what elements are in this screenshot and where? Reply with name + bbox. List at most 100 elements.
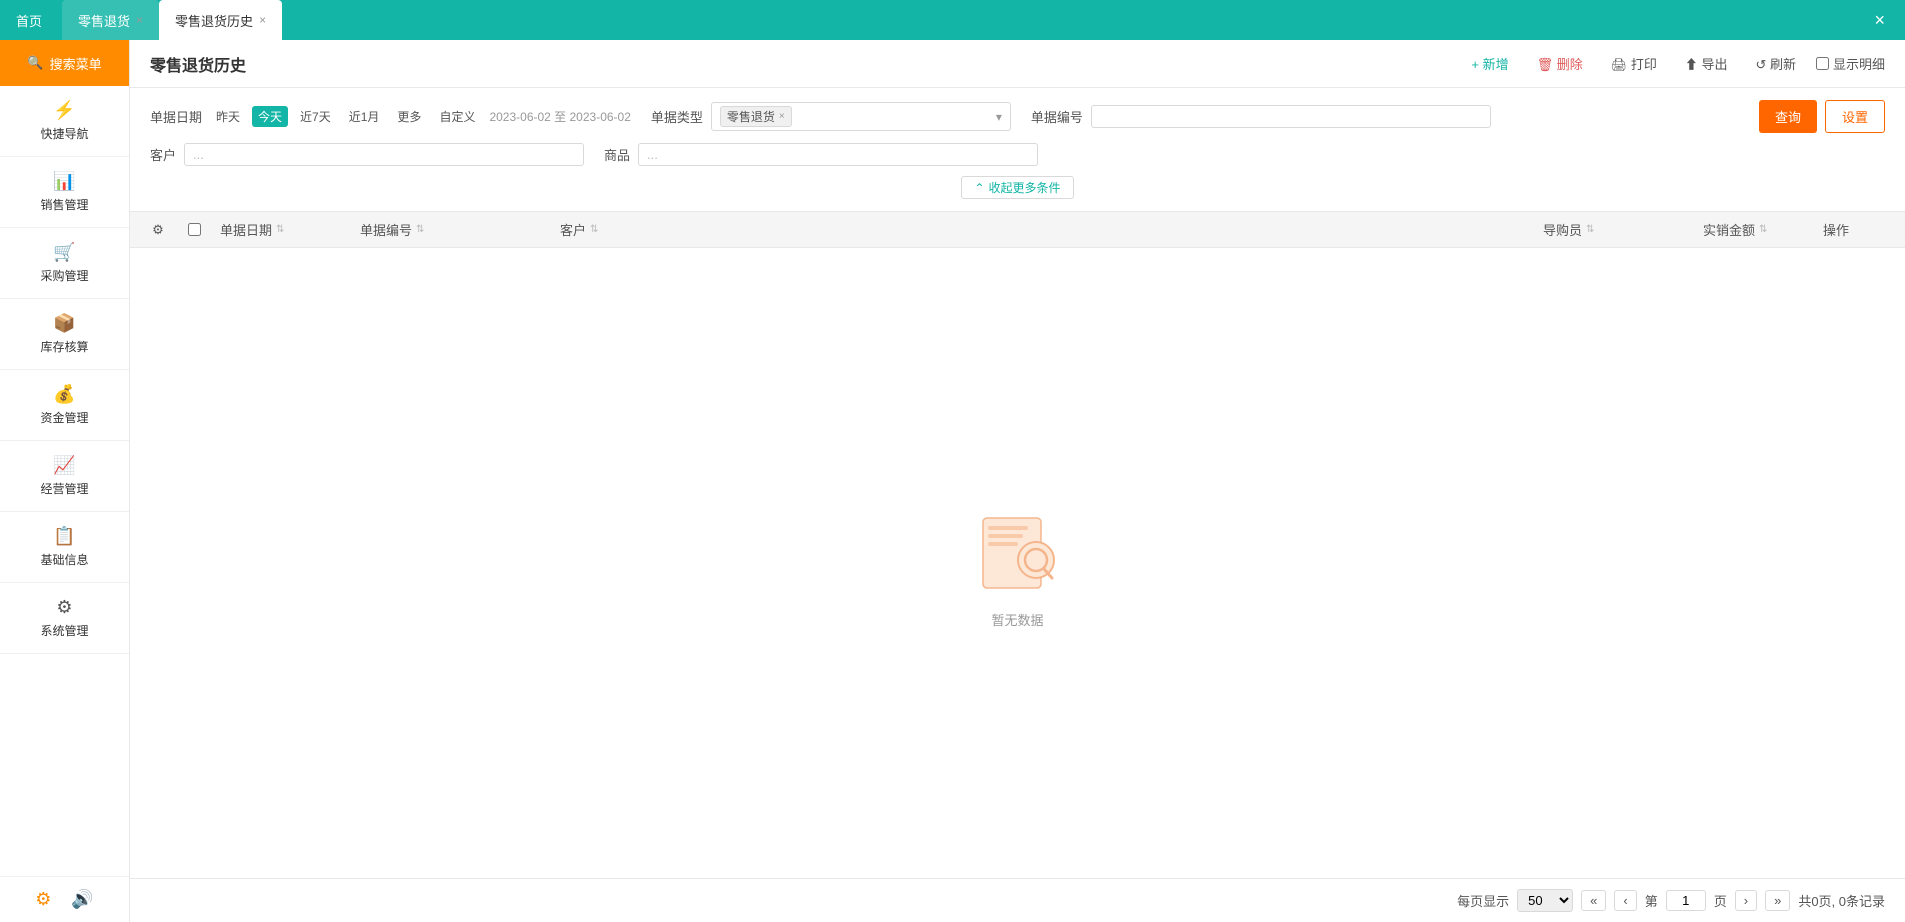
doc-type-tag-value: 零售退货	[727, 108, 775, 125]
date-options: 昨天 今天 近7天 近1月 更多 自定义	[210, 106, 481, 127]
sidebar-item-finance-label: 资金管理	[40, 409, 88, 426]
page-size-label: 每页显示	[1457, 891, 1509, 910]
th-guide-sort[interactable]: ⇅	[1586, 224, 1594, 235]
date-filter-label: 单据日期	[150, 107, 202, 126]
date-range-display: 2023-06-02 至 2023-06-02	[489, 108, 630, 125]
sidebar-item-inventory[interactable]: 📦 库存核算	[0, 299, 129, 370]
tab-retail-return-label: 零售退货	[78, 11, 130, 30]
new-button[interactable]: + 新增	[1463, 50, 1516, 77]
th-customer-sort[interactable]: ⇅	[590, 224, 598, 235]
header-actions: + 新增 🗑 删除 🖨 打印 ⬆ 导出 ↺ 刷新 显示明细	[1463, 50, 1885, 77]
table-select-all[interactable]	[176, 223, 212, 236]
sidebar-item-quick-nav[interactable]: ⚡ 快捷导航	[0, 86, 129, 157]
empty-state-text: 暂无数据	[991, 610, 1043, 629]
current-page-input[interactable]	[1666, 890, 1706, 911]
doc-no-input[interactable]	[1091, 105, 1491, 128]
window-close-button[interactable]: ×	[1874, 10, 1885, 31]
th-date-label: 单据日期	[220, 220, 272, 239]
date-opt-today[interactable]: 今天	[252, 106, 288, 127]
page-title: 零售退货历史	[150, 52, 246, 76]
refresh-button[interactable]: ↺ 刷新	[1747, 50, 1804, 77]
date-opt-1month[interactable]: 近1月	[343, 106, 386, 127]
sidebar-item-basic-info[interactable]: 📋 基础信息	[0, 512, 129, 583]
sidebar-item-operations[interactable]: 📈 经营管理	[0, 441, 129, 512]
sidebar-item-inventory-label: 库存核算	[40, 338, 88, 355]
filter-row-2: 客户 ... 商品 ...	[150, 143, 1885, 166]
content-area: 零售退货历史 + 新增 🗑 删除 🖨 打印 ⬆ 导出 ↺ 刷新 显示明细 单据日…	[130, 40, 1905, 922]
settings-bottom-icon[interactable]: ⚙	[35, 889, 51, 910]
pagination-bar: 每页显示 50 20 100 « ‹ 第 页 › » 共0页, 0条记录	[130, 878, 1905, 922]
th-order-no: 单据编号 ⇅	[352, 220, 552, 239]
sidebar-item-basic-info-label: 基础信息	[40, 551, 88, 568]
filter-bar: 单据日期 昨天 今天 近7天 近1月 更多 自定义 2023-06-02 至 2…	[130, 88, 1905, 212]
date-opt-custom[interactable]: 自定义	[433, 106, 481, 127]
next-page-button[interactable]: ›	[1735, 890, 1757, 911]
top-bar: 首页 零售退货 × 零售退货历史 × ×	[0, 0, 1905, 40]
date-opt-more[interactable]: 更多	[391, 106, 427, 127]
page-word: 第	[1645, 891, 1658, 910]
tab-retail-return[interactable]: 零售退货 ×	[62, 0, 159, 40]
customer-filter-label: 客户	[150, 145, 176, 164]
table-area: ⚙ 单据日期 ⇅ 单据编号 ⇅ 客户 ⇅ 导购员 ⇅	[130, 212, 1905, 922]
th-amount-sort[interactable]: ⇅	[1759, 224, 1767, 235]
sidebar-item-system-mgmt-label: 系统管理	[40, 622, 88, 639]
sidebar-item-purchase-label: 采购管理	[40, 267, 88, 284]
th-date: 单据日期 ⇅	[212, 220, 352, 239]
doc-type-select[interactable]: 零售退货 × ▾	[711, 102, 1011, 131]
sidebar-bottom: ⚙ 🔊	[0, 876, 129, 922]
customer-input[interactable]: ...	[184, 143, 584, 166]
system-mgmt-icon: ⚙	[56, 597, 72, 618]
audio-bottom-icon[interactable]: 🔊	[71, 889, 93, 910]
quick-nav-icon: ⚡	[53, 100, 75, 121]
th-amount-label: 实销金额	[1703, 220, 1755, 239]
sidebar-search[interactable]: 🔍 搜索菜单	[0, 40, 129, 86]
sales-icon: 📊	[53, 171, 75, 192]
settings-button[interactable]: 设置	[1825, 100, 1885, 133]
print-button[interactable]: 🖨 打印	[1603, 50, 1665, 77]
doc-type-tag-close[interactable]: ×	[779, 111, 785, 122]
date-opt-7days[interactable]: 近7天	[294, 106, 337, 127]
first-page-button[interactable]: «	[1581, 890, 1606, 911]
doc-no-filter-field: 单据编号	[1031, 105, 1491, 128]
sidebar-item-sales-mgmt[interactable]: 📊 销售管理	[0, 157, 129, 228]
tab-home-label: 首页	[16, 11, 42, 30]
table-settings-icon[interactable]: ⚙	[140, 222, 176, 238]
empty-icon	[968, 498, 1068, 598]
th-guide-label: 导购员	[1543, 220, 1582, 239]
tab-home[interactable]: 首页	[0, 0, 58, 40]
th-customer-label: 客户	[560, 220, 586, 239]
th-guide: 导购员 ⇅	[1535, 220, 1695, 239]
th-order-no-sort[interactable]: ⇅	[416, 224, 424, 235]
select-all-checkbox[interactable]	[188, 223, 201, 236]
doc-no-filter-label: 单据编号	[1031, 107, 1083, 126]
tab-retail-return-history-close[interactable]: ×	[259, 13, 266, 27]
th-customer: 客户 ⇅	[552, 220, 1535, 239]
th-date-sort[interactable]: ⇅	[276, 224, 284, 235]
sidebar-item-operations-label: 经营管理	[40, 480, 88, 497]
page-size-select[interactable]: 50 20 100	[1517, 889, 1573, 912]
search-icon: 🔍	[27, 55, 43, 71]
collapse-icon: ⌃	[974, 181, 984, 195]
collapse-bar: ⌃ 收起更多条件	[150, 176, 1885, 199]
filter-row-1: 单据日期 昨天 今天 近7天 近1月 更多 自定义 2023-06-02 至 2…	[150, 100, 1885, 133]
export-button[interactable]: ⬆ 导出	[1677, 50, 1736, 77]
customer-filter-field: 客户 ...	[150, 143, 584, 166]
inventory-icon: 📦	[53, 313, 75, 334]
goods-filter-field: 商品 ...	[604, 143, 1038, 166]
page-header: 零售退货历史 + 新增 🗑 删除 🖨 打印 ⬆ 导出 ↺ 刷新 显示明细	[130, 40, 1905, 88]
collapse-button[interactable]: ⌃ 收起更多条件	[961, 176, 1073, 199]
display-detail-checkbox[interactable]	[1816, 57, 1829, 70]
goods-input[interactable]: ...	[638, 143, 1038, 166]
delete-button[interactable]: 🗑 删除	[1529, 50, 1591, 77]
tab-retail-return-close[interactable]: ×	[136, 13, 143, 27]
sidebar-item-system-mgmt[interactable]: ⚙ 系统管理	[0, 583, 129, 654]
tab-retail-return-history[interactable]: 零售退货历史 ×	[159, 0, 282, 40]
last-page-button[interactable]: »	[1765, 890, 1790, 911]
sidebar-item-finance[interactable]: 💰 资金管理	[0, 370, 129, 441]
date-opt-yesterday[interactable]: 昨天	[210, 106, 246, 127]
table-header: ⚙ 单据日期 ⇅ 单据编号 ⇅ 客户 ⇅ 导购员 ⇅	[130, 212, 1905, 248]
query-button[interactable]: 查询	[1759, 100, 1817, 133]
display-detail-label: 显示明细	[1833, 54, 1885, 73]
prev-page-button[interactable]: ‹	[1614, 890, 1636, 911]
sidebar-item-purchase-mgmt[interactable]: 🛒 采购管理	[0, 228, 129, 299]
